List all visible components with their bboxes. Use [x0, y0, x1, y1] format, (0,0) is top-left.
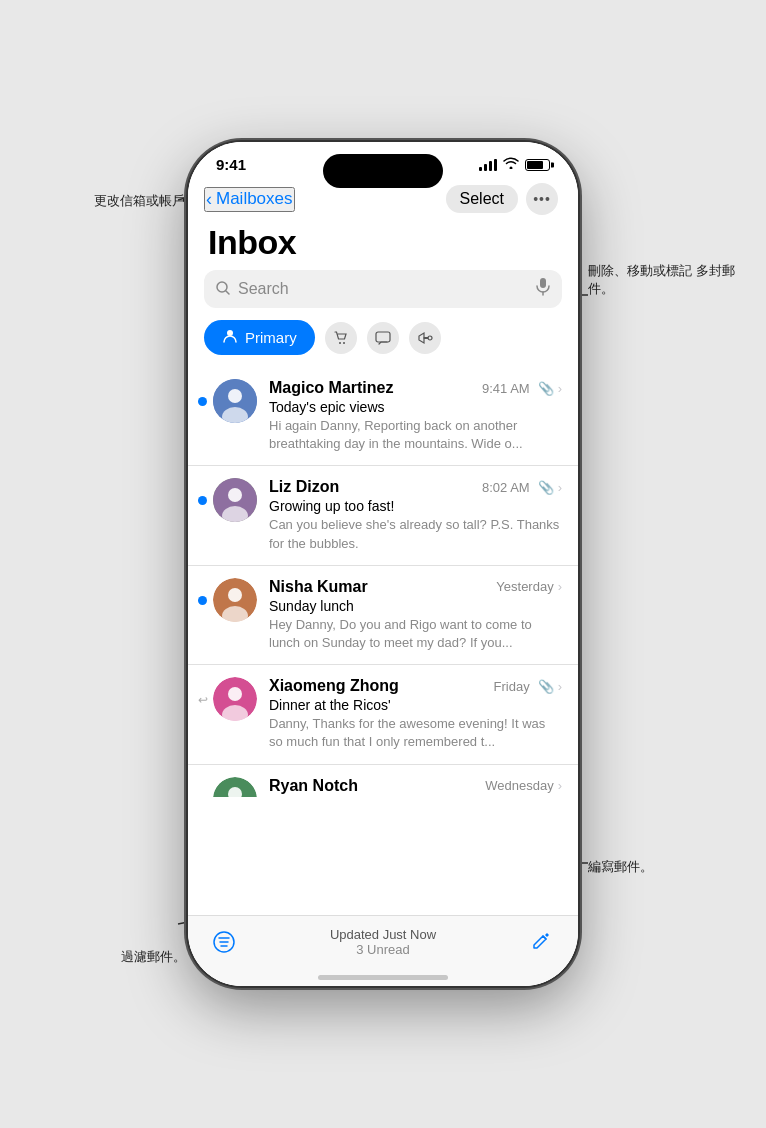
sender-name: Xiaomeng Zhong [269, 677, 399, 695]
attachment-icon: 📎 [538, 679, 554, 694]
email-subject: Growing up too fast! [269, 498, 562, 514]
avatar [213, 677, 257, 721]
unread-indicator [198, 596, 207, 605]
avatar [213, 578, 257, 622]
email-item[interactable]: ↩ Xiaomeng Zhong Friday [188, 665, 578, 764]
email-content: Liz Dizon 8:02 AM 📎 › Growing up too fas… [269, 478, 562, 552]
status-bar: 9:41 [188, 142, 578, 179]
svg-line-35 [543, 936, 546, 939]
email-content: Magico Martinez 9:41 AM 📎 › Today's epic… [269, 379, 562, 453]
back-chevron-icon: ‹ [206, 189, 212, 210]
email-time: Yesterday [496, 579, 553, 594]
more-button[interactable]: ••• [526, 183, 558, 215]
email-preview: Hey Danny, Do you and Rigo want to come … [269, 616, 562, 652]
status-icons [479, 157, 550, 172]
sender-name: Liz Dizon [269, 478, 339, 496]
svg-point-23 [228, 687, 242, 701]
nav-actions: Select ••• [446, 183, 558, 215]
sender-name: Ryan Notch [269, 777, 358, 795]
avatar [213, 478, 257, 522]
updated-label: Updated Just Now [330, 927, 436, 942]
mic-icon [536, 278, 550, 300]
tab-promotions[interactable] [409, 322, 441, 354]
svg-point-10 [343, 342, 345, 344]
tab-shopping[interactable] [325, 322, 357, 354]
compose-button[interactable] [526, 926, 558, 958]
attachment-icon: 📎 [538, 480, 554, 495]
email-time: 9:41 AM [482, 381, 530, 396]
svg-line-5 [226, 291, 229, 294]
email-subject: Dinner at the Ricos' [269, 697, 562, 713]
chevron-icon: › [558, 778, 562, 793]
unread-indicator [198, 397, 207, 406]
battery-icon [525, 159, 550, 171]
dynamic-island [323, 154, 443, 188]
avatar [213, 777, 257, 798]
email-preview: Danny, Thanks for the awesome evening! I… [269, 715, 562, 751]
unread-indicator [198, 496, 207, 505]
chevron-icon: › [558, 679, 562, 694]
svg-point-20 [228, 588, 242, 602]
page-title: Inbox [188, 219, 578, 270]
tab-primary[interactable]: Primary [204, 320, 315, 355]
back-button[interactable]: ‹ Mailboxes [204, 187, 295, 212]
svg-rect-6 [540, 278, 546, 288]
home-indicator [318, 975, 448, 980]
tab-primary-icon [222, 328, 238, 347]
annotation-bottom-left: 過濾郵件。 [98, 948, 186, 966]
svg-point-12 [428, 336, 432, 340]
tab-primary-label: Primary [245, 329, 297, 346]
tab-messages[interactable] [367, 322, 399, 354]
chevron-icon: › [558, 381, 562, 396]
svg-point-17 [228, 488, 242, 502]
filter-button[interactable] [208, 926, 240, 958]
chevron-icon: › [558, 579, 562, 594]
phone-frame: 9:41 [188, 142, 578, 986]
email-item[interactable]: Ryan Notch Wednesday › Out of town Howdy… [188, 765, 578, 798]
svg-point-8 [227, 330, 233, 336]
search-icon [216, 281, 230, 298]
svg-point-14 [228, 389, 242, 403]
email-item[interactable]: Magico Martinez 9:41 AM 📎 › Today's epic… [188, 367, 578, 466]
search-bar[interactable]: Search [204, 270, 562, 308]
email-content: Ryan Notch Wednesday › Out of town Howdy… [269, 777, 562, 798]
sender-name: Nisha Kumar [269, 578, 368, 596]
email-content: Nisha Kumar Yesterday › Sunday lunch Hey… [269, 578, 562, 652]
email-item[interactable]: Nisha Kumar Yesterday › Sunday lunch Hey… [188, 566, 578, 665]
email-subject: Out of town [269, 797, 562, 798]
email-preview: Hi again Danny, Reporting back on anothe… [269, 417, 562, 453]
email-item[interactable]: Liz Dizon 8:02 AM 📎 › Growing up too fas… [188, 466, 578, 565]
chevron-icon: › [558, 480, 562, 495]
svg-rect-11 [376, 332, 390, 342]
attachment-icon: 📎 [538, 381, 554, 396]
reply-indicator: ↩ [198, 693, 207, 707]
email-list: Magico Martinez 9:41 AM 📎 › Today's epic… [188, 367, 578, 797]
email-subject: Sunday lunch [269, 598, 562, 614]
screen: 9:41 [188, 142, 578, 986]
back-label: Mailboxes [216, 189, 293, 209]
email-time: Wednesday [485, 778, 553, 793]
avatar [213, 379, 257, 423]
svg-point-9 [339, 342, 341, 344]
unread-count: 3 Unread [330, 942, 436, 957]
filter-tabs: Primary [188, 320, 578, 367]
signal-icon [479, 159, 497, 171]
sender-name: Magico Martinez [269, 379, 393, 397]
email-time: Friday [494, 679, 530, 694]
email-preview: Can you believe she's already so tall? P… [269, 516, 562, 552]
wifi-icon [503, 157, 519, 172]
annotation-bottom-right: 編寫郵件。 [588, 858, 708, 876]
search-placeholder: Search [238, 280, 528, 298]
select-button[interactable]: Select [446, 185, 518, 213]
email-time: 8:02 AM [482, 480, 530, 495]
status-time: 9:41 [216, 156, 246, 173]
email-content: Xiaomeng Zhong Friday 📎 › Dinner at the … [269, 677, 562, 751]
email-subject: Today's epic views [269, 399, 562, 415]
updated-status: Updated Just Now 3 Unread [330, 927, 436, 957]
annotation-top-right: 刪除、移動或標記 多封郵件。 [588, 262, 753, 298]
